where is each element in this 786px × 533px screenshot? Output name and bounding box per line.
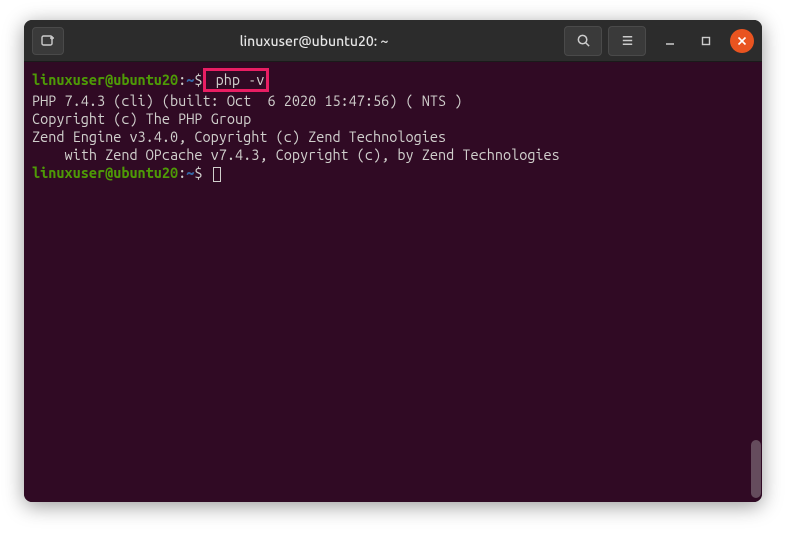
terminal-window: linuxuser@ubuntu20: ~ [24,20,762,502]
search-icon [576,33,591,48]
search-button[interactable] [564,26,602,56]
maximize-icon [700,35,712,47]
minimize-button[interactable] [658,29,682,53]
maximize-button[interactable] [694,29,718,53]
window-title: linuxuser@ubuntu20: ~ [64,33,564,49]
new-tab-button[interactable] [32,27,64,55]
cursor [213,167,221,182]
prompt-line-1: linuxuser@ubuntu20:~$ php -v [32,68,754,92]
titlebar: linuxuser@ubuntu20: ~ [24,20,762,62]
scrollbar[interactable] [751,440,761,498]
close-icon [737,36,747,46]
terminal-body[interactable]: linuxuser@ubuntu20:~$ php -v PHP 7.4.3 (… [24,62,762,502]
prompt-user: linuxuser@ubuntu20 [32,164,178,181]
prompt-dollar: $ [194,164,210,181]
prompt-line-2: linuxuser@ubuntu20:~$ [32,164,754,182]
titlebar-left [32,27,64,55]
prompt-dollar: $ [194,71,202,88]
close-button[interactable] [730,29,754,53]
output-line-3: Zend Engine v3.4.0, Copyright (c) Zend T… [32,128,754,146]
new-tab-icon [40,33,56,49]
command-text: php -v [208,71,265,88]
titlebar-right [564,26,754,56]
hamburger-icon [620,33,635,48]
highlighted-command: php -v [203,68,270,92]
output-line-4: with Zend OPcache v7.4.3, Copyright (c),… [32,146,754,164]
prompt-user: linuxuser@ubuntu20 [32,71,178,88]
menu-button[interactable] [608,26,646,56]
output-line-2: Copyright (c) The PHP Group [32,110,754,128]
output-line-1: PHP 7.4.3 (cli) (built: Oct 6 2020 15:47… [32,92,754,110]
minimize-icon [664,35,676,47]
